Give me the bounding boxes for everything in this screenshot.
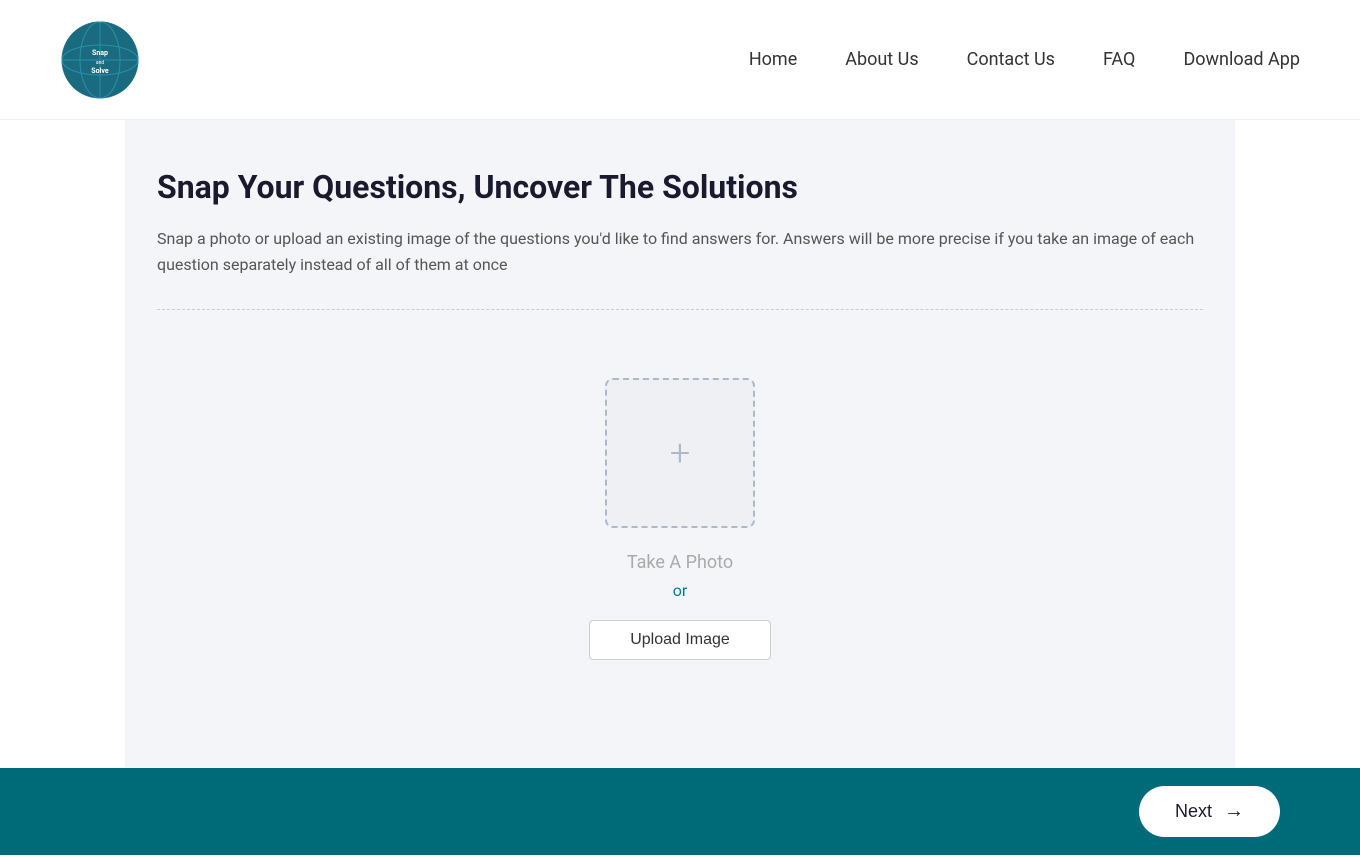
main-content: Snap Your Questions, Uncover The Solutio… [125,120,1235,768]
nav-links: Home About Us Contact Us FAQ Download Ap… [749,49,1300,70]
photo-upload-box[interactable]: + [605,378,755,528]
svg-text:and: and [96,60,104,66]
page-title: Snap Your Questions, Uncover The Solutio… [157,168,1203,206]
plus-icon: + [670,435,690,471]
svg-text:Snap: Snap [92,49,108,57]
nav-item-download[interactable]: Download App [1183,49,1300,70]
section-divider [157,309,1203,310]
nav-item-home[interactable]: Home [749,49,797,70]
next-button-label: Next [1175,801,1212,822]
arrow-right-icon: → [1224,800,1244,823]
page-subtitle: Snap a photo or upload an existing image… [157,226,1203,277]
upload-image-button[interactable]: Upload Image [589,620,771,660]
logo[interactable]: Snap and Solve [60,20,140,100]
nav-item-about[interactable]: About Us [845,49,918,70]
svg-text:Solve: Solve [91,67,109,75]
nav-link-faq[interactable]: FAQ [1103,49,1135,70]
upload-section: + Take A Photo or Upload Image [157,358,1203,720]
nav-item-faq[interactable]: FAQ [1103,49,1135,70]
nav-link-contact[interactable]: Contact Us [967,49,1055,70]
next-button[interactable]: Next → [1139,786,1280,837]
or-label: or [673,581,688,600]
take-photo-label: Take A Photo [627,552,733,573]
navbar: Snap and Solve Home About Us Contact Us … [0,0,1360,120]
nav-link-download[interactable]: Download App [1183,49,1300,70]
nav-link-about[interactable]: About Us [845,49,918,70]
nav-link-home[interactable]: Home [749,49,797,70]
footer-bar: Next → [0,768,1360,855]
nav-item-contact[interactable]: Contact Us [967,49,1055,70]
logo-icon: Snap and Solve [60,20,140,100]
